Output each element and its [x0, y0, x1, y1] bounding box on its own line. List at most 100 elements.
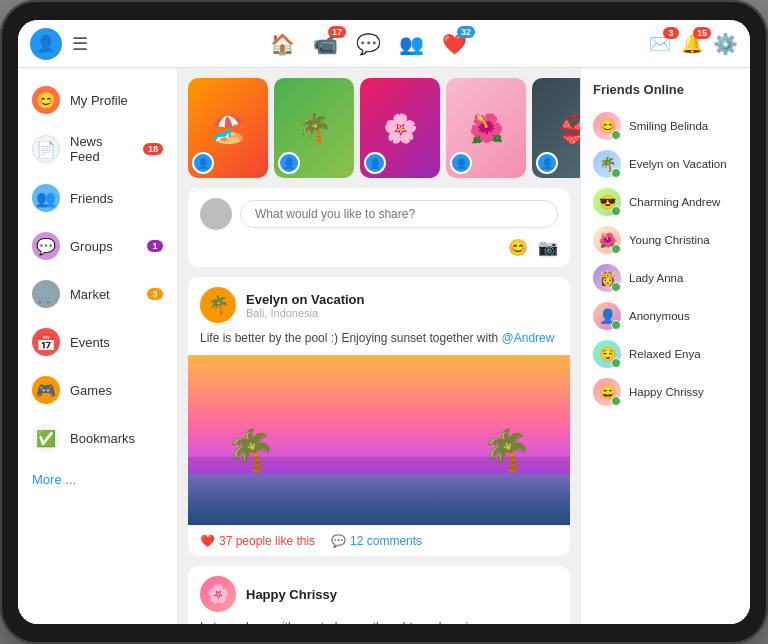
story-avatar: 👤 [450, 152, 472, 174]
events-icon: 📅 [32, 328, 60, 356]
games-icon: 🎮 [32, 376, 60, 404]
friend-name-relaxed-enya: Relaxed Enya [629, 348, 701, 360]
groups-icon: 💬 [32, 232, 60, 260]
post-header-2: 🌸 Happy Chrissy [188, 566, 570, 618]
friend-name-young-christina: Young Christina [629, 234, 710, 246]
heart-badge: 32 [457, 26, 475, 38]
friend-item-happy-chrissy[interactable]: 😄 Happy Chrissy [581, 373, 750, 411]
friend-item-smiling-belinda[interactable]: 😊 Smiling Belinda [581, 107, 750, 145]
friends-panel-title: Friends Online [581, 78, 750, 107]
hamburger-icon[interactable]: ☰ [72, 33, 88, 55]
sidebar-item-market[interactable]: 🛒 Market 3 [18, 270, 177, 318]
share-user-avatar [200, 198, 232, 230]
palm-tree-left: 🌴 [226, 427, 276, 474]
post-card-2: 🌸 Happy Chrissy Let me share with you to… [188, 566, 570, 624]
video-badge: 17 [328, 26, 346, 38]
feed-area: 🏖️ 👤 🌴 👤 🌸 👤 🌺 👤 [178, 68, 580, 624]
post-1-comment[interactable]: 💬 12 comments [331, 534, 422, 548]
nav-center: 🏠 📹 17 💬 👥 ❤️ 32 [100, 32, 637, 56]
mail-badge: 3 [663, 27, 679, 39]
post-1-footer: ❤️ 37 people like this 💬 12 comments [188, 525, 570, 556]
friend-avatar-happy-chrissy: 😄 [593, 378, 621, 406]
friend-item-charming-andrew[interactable]: 😎 Charming Andrew [581, 183, 750, 221]
post-1-image: 🌴 🌴 [188, 355, 570, 525]
friend-avatar-evelyn: 🌴 [593, 150, 621, 178]
chat-icon: 💬 [356, 32, 381, 56]
story-item[interactable]: 🏖️ 👤 [188, 78, 268, 178]
people-nav-button[interactable]: 👥 [399, 32, 424, 56]
story-avatar: 👤 [364, 152, 386, 174]
newsfeed-badge: 18 [143, 143, 163, 155]
top-nav: 👤 ☰ 🏠 📹 17 💬 👥 ❤️ 32 [18, 20, 750, 68]
post-1-mention[interactable]: @Andrew [502, 331, 555, 345]
palm-tree-right: 🌴 [482, 427, 532, 474]
friend-item-relaxed-enya[interactable]: 😌 Relaxed Enya [581, 335, 750, 373]
share-emoji-icon[interactable]: 😊 [508, 238, 528, 257]
market-badge: 3 [147, 288, 163, 300]
stories-row: 🏖️ 👤 🌴 👤 🌸 👤 🌺 👤 [188, 78, 570, 178]
sidebar-item-friends[interactable]: 👥 Friends [18, 174, 177, 222]
friend-item-lady-anna[interactable]: 👸 Lady Anna [581, 259, 750, 297]
sidebar-label-newsfeed: News Feed [70, 134, 133, 164]
home-icon: 🏠 [270, 32, 295, 56]
friend-avatar-relaxed-enya: 😌 [593, 340, 621, 368]
sidebar-item-events[interactable]: 📅 Events [18, 318, 177, 366]
main-content: 😊 My Profile 📄 News Feed 18 👥 Friends 💬 … [18, 68, 750, 624]
sidebar-item-groups[interactable]: 💬 Groups 1 [18, 222, 177, 270]
story-item[interactable]: 🌸 👤 [360, 78, 440, 178]
nav-right: ✉️ 3 🔔 15 ⚙️ [649, 32, 738, 56]
pool-reflection [188, 474, 570, 525]
story-item[interactable]: 🌴 👤 [274, 78, 354, 178]
sidebar-label-friends: Friends [70, 191, 163, 206]
groups-badge: 1 [147, 240, 163, 252]
story-avatar: 👤 [192, 152, 214, 174]
home-nav-button[interactable]: 🏠 [270, 32, 295, 56]
share-box: 😊 📷 [188, 188, 570, 267]
post-2-text: Let me share with you today my thoughts … [188, 618, 570, 624]
heart-nav-button[interactable]: ❤️ 32 [442, 32, 467, 56]
people-icon: 👥 [399, 32, 424, 56]
screen: 👤 ☰ 🏠 📹 17 💬 👥 ❤️ 32 [18, 20, 750, 624]
friend-avatar-anonymous: 👤 [593, 302, 621, 330]
friends-icon: 👥 [32, 184, 60, 212]
like-heart-icon: ❤️ [200, 534, 215, 548]
sidebar-item-more[interactable]: More ... [18, 462, 177, 497]
sidebar-item-games[interactable]: 🎮 Games [18, 366, 177, 414]
sidebar-label-profile: My Profile [70, 93, 163, 108]
friend-avatar-smiling-belinda: 😊 [593, 112, 621, 140]
bell-nav-button[interactable]: 🔔 15 [681, 33, 703, 55]
bookmarks-icon: ✅ [32, 424, 60, 452]
friend-item-anonymous[interactable]: 👤 Anonymous [581, 297, 750, 335]
post-2-avatar: 🌸 [200, 576, 236, 612]
story-item[interactable]: 🌺 👤 [446, 78, 526, 178]
friend-item-young-christina[interactable]: 🌺 Young Christina [581, 221, 750, 259]
chat-nav-button[interactable]: 💬 [356, 32, 381, 56]
friend-name-lady-anna: Lady Anna [629, 272, 683, 284]
friend-item-evelyn[interactable]: 🌴 Evelyn on Vacation [581, 145, 750, 183]
sidebar-item-newsfeed[interactable]: 📄 News Feed 18 [18, 124, 177, 174]
post-1-author: Evelyn on Vacation [246, 292, 558, 307]
post-1-like[interactable]: ❤️ 37 people like this [200, 534, 315, 548]
post-1-like-count: 37 people like this [219, 534, 315, 548]
sidebar-item-bookmarks[interactable]: ✅ Bookmarks [18, 414, 177, 462]
story-item[interactable]: 👙 👤 [532, 78, 580, 178]
post-1-location: Bali, Indonesia [246, 307, 558, 319]
settings-icon: ⚙️ [713, 32, 738, 56]
sidebar-item-profile[interactable]: 😊 My Profile [18, 76, 177, 124]
market-icon: 🛒 [32, 280, 60, 308]
user-avatar[interactable]: 👤 [30, 28, 62, 60]
bell-badge: 15 [693, 27, 711, 39]
mail-nav-button[interactable]: ✉️ 3 [649, 33, 671, 55]
post-card-1: 🌴 Evelyn on Vacation Bali, Indonesia Lif… [188, 277, 570, 556]
share-camera-icon[interactable]: 📷 [538, 238, 558, 257]
sidebar-label-groups: Groups [70, 239, 137, 254]
tablet-frame: 👤 ☰ 🏠 📹 17 💬 👥 ❤️ 32 [0, 0, 768, 644]
video-nav-button[interactable]: 📹 17 [313, 32, 338, 56]
friend-name-evelyn: Evelyn on Vacation [629, 158, 727, 170]
settings-nav-button[interactable]: ⚙️ [713, 32, 738, 56]
story-avatar: 👤 [278, 152, 300, 174]
friend-avatar-charming-andrew: 😎 [593, 188, 621, 216]
sidebar-label-market: Market [70, 287, 137, 302]
post-1-avatar: 🌴 [200, 287, 236, 323]
share-input[interactable] [240, 200, 558, 228]
